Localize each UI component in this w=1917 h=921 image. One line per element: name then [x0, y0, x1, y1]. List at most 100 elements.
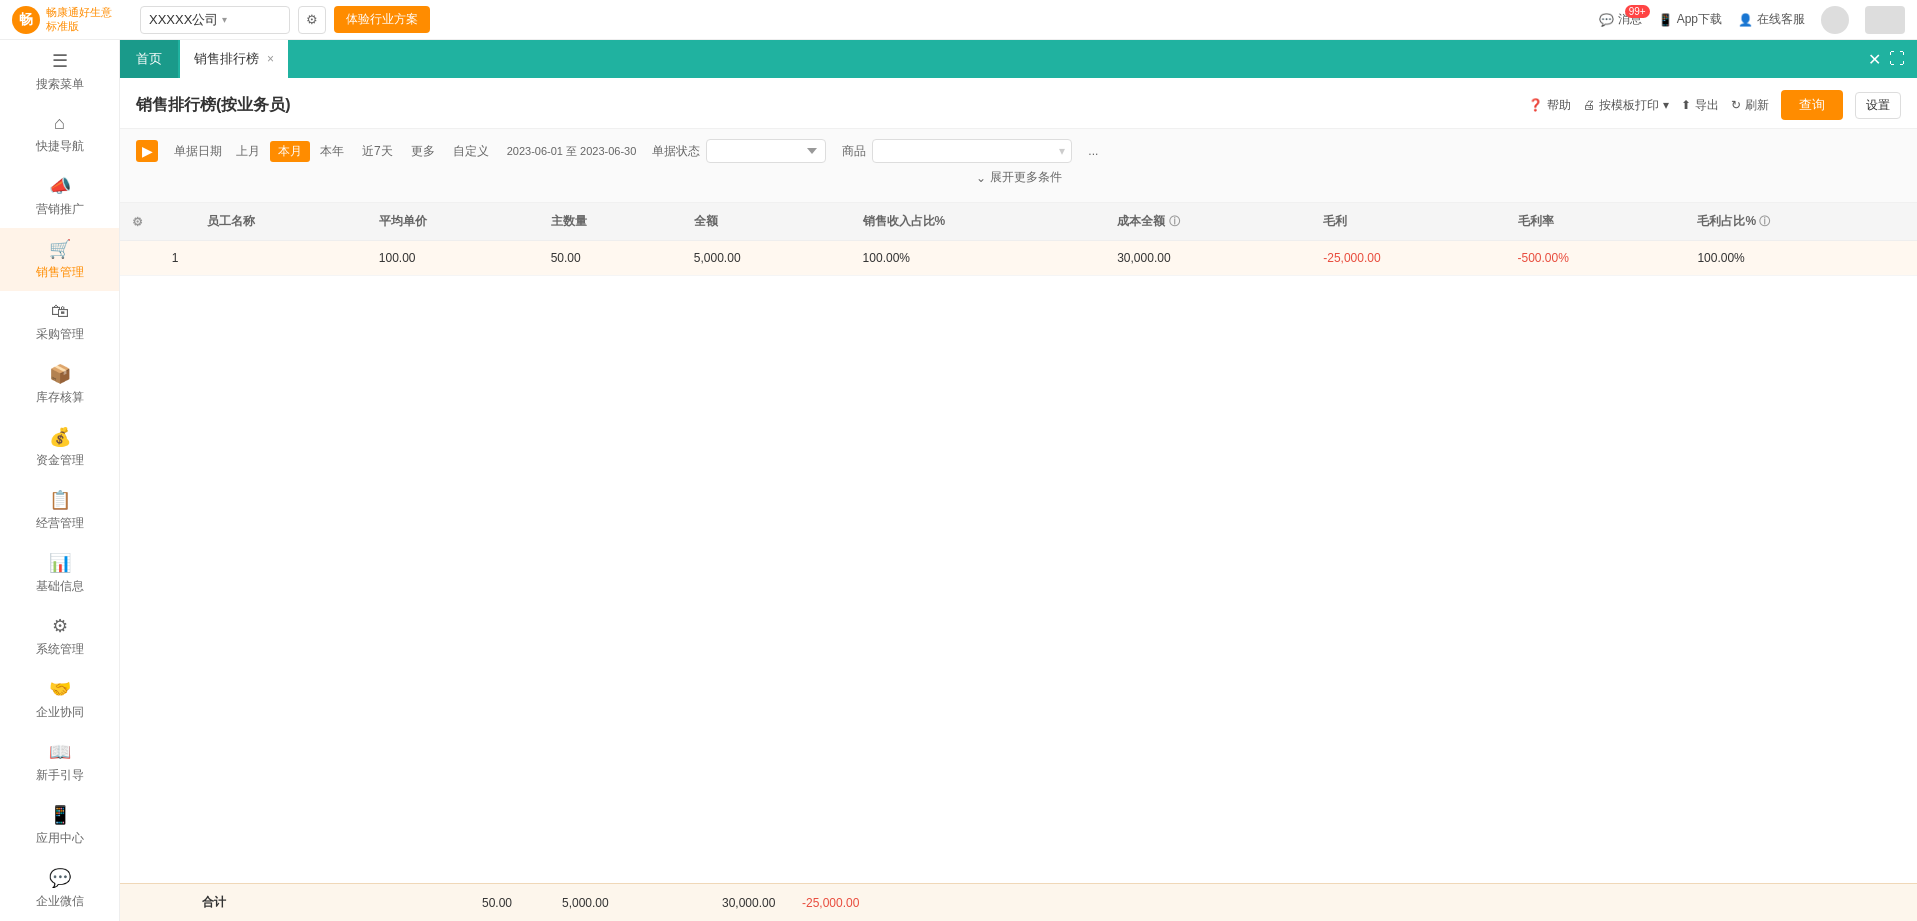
- settings-icon[interactable]: ⚙: [298, 6, 326, 34]
- basics-icon: 📊: [49, 552, 71, 574]
- export-icon: ⬆: [1681, 98, 1691, 112]
- message-icon: 💬: [1599, 13, 1614, 27]
- inventory-icon: 📦: [49, 363, 71, 385]
- status-filter: 单据状态: [652, 139, 826, 163]
- sidebar-item-marketing[interactable]: 📣 营销推广: [0, 165, 119, 228]
- goods-filter-label: 商品: [842, 143, 866, 160]
- gross-pct-info-icon: ⓘ: [1759, 215, 1770, 227]
- trial-button[interactable]: 体验行业方案: [334, 6, 430, 33]
- sidebar-item-enterprise[interactable]: 🤝 企业协同: [0, 668, 119, 731]
- page-title: 销售排行榜(按业务员): [136, 95, 291, 116]
- weixin-icon: 💬: [49, 867, 71, 889]
- tab-close-icon[interactable]: ×: [267, 52, 274, 66]
- date-filter: 单据日期 上月 本月 本年 近7天 更多 自定义 2023-06-01 至 20…: [174, 141, 636, 162]
- refresh-button[interactable]: ↻ 刷新: [1731, 97, 1769, 114]
- date-tab-more[interactable]: 更多: [403, 141, 443, 162]
- sidebar-item-shortcuts[interactable]: ⌂ 快捷导航: [0, 103, 119, 165]
- footer-amount: 5,000.00: [562, 896, 642, 910]
- column-settings-icon[interactable]: ⚙: [132, 215, 143, 229]
- col-quantity: 主数量: [539, 203, 682, 241]
- settings-button[interactable]: 设置: [1855, 92, 1901, 119]
- sidebar: ☰ 搜索菜单 ⌂ 快捷导航 📣 营销推广 🛒 销售管理 🛍 采购管理 📦 库存核…: [0, 40, 120, 921]
- download-icon: 📱: [1658, 13, 1673, 27]
- col-employee-name: 员工名称: [195, 203, 367, 241]
- sidebar-item-weixin[interactable]: 💬 企业微信: [0, 857, 119, 920]
- top-right-area: 💬 消息 99+ 📱 App下载 👤 在线客服: [1599, 6, 1905, 34]
- sidebar-item-operations[interactable]: 📋 经营管理: [0, 479, 119, 542]
- main-layout: ☰ 搜索菜单 ⌂ 快捷导航 📣 营销推广 🛒 销售管理 🛍 采购管理 📦 库存核…: [0, 40, 1917, 921]
- col-gross-rate: 毛利率: [1506, 203, 1686, 241]
- messages-button[interactable]: 💬 消息 99+: [1599, 11, 1642, 28]
- home-icon: ⌂: [54, 113, 65, 134]
- filter-row: ▶ 单据日期 上月 本月 本年 近7天 更多 自定义 2023-06-01 至 …: [136, 139, 1901, 163]
- row-rank-cell: 1: [155, 241, 195, 276]
- tab-sales-ranking[interactable]: 销售排行榜 ×: [180, 40, 288, 78]
- print-button[interactable]: 🖨 按模板打印 ▾: [1583, 97, 1669, 114]
- filter-toggle-icon[interactable]: ▶: [136, 140, 158, 162]
- sales-icon: 🛒: [49, 238, 71, 260]
- col-avg-price: 平均单价: [367, 203, 539, 241]
- row-gross-rate-cell: -500.00%: [1506, 241, 1686, 276]
- col-rank: [155, 203, 195, 241]
- date-tabs: 上月 本月 本年 近7天 更多 自定义: [228, 141, 497, 162]
- sidebar-item-system[interactable]: ⚙ 系统管理: [0, 605, 119, 668]
- sidebar-item-apps[interactable]: 📱 应用中心: [0, 794, 119, 857]
- search-icon: ☰: [52, 50, 68, 72]
- chevron-down-icon: ▾: [222, 14, 227, 25]
- expand-more-button[interactable]: ⌄ 展开更多条件: [136, 163, 1901, 192]
- apps-icon: 📱: [49, 804, 71, 826]
- date-tab-custom[interactable]: 自定义: [445, 141, 497, 162]
- marketing-icon: 📣: [49, 175, 71, 197]
- sidebar-item-basics[interactable]: 📊 基础信息: [0, 542, 119, 605]
- date-tab-this-year[interactable]: 本年: [312, 141, 352, 162]
- date-filter-label: 单据日期: [174, 143, 222, 160]
- tab-bar: 首页 销售排行榜 × ✕ ⛶: [120, 40, 1917, 78]
- page-content: 销售排行榜(按业务员) ❓ 帮助 🖨 按模板打印 ▾ ⬆ 导出: [120, 78, 1917, 921]
- help-button[interactable]: ❓ 帮助: [1528, 97, 1571, 114]
- tab-home[interactable]: 首页: [120, 40, 178, 78]
- more-filters-dots[interactable]: ...: [1088, 144, 1098, 158]
- logo-icon: 畅: [12, 6, 40, 34]
- expand-icon: ⌄: [976, 171, 986, 185]
- col-gross-pct: 毛利占比% ⓘ: [1685, 203, 1917, 241]
- online-service-button[interactable]: 👤 在线客服: [1738, 11, 1805, 28]
- date-tab-last-month[interactable]: 上月: [228, 141, 268, 162]
- sidebar-item-finance[interactable]: 💰 资金管理: [0, 416, 119, 479]
- row-settings-cell: [120, 241, 155, 276]
- date-tab-this-month[interactable]: 本月: [270, 141, 310, 162]
- col-sales-pct: 销售收入占比%: [851, 203, 1106, 241]
- system-icon: ⚙: [52, 615, 68, 637]
- goods-dropdown-icon: ▾: [1059, 144, 1065, 158]
- table-header-row: ⚙ 员工名称 平均单价 主数量: [120, 203, 1917, 241]
- cost-info-icon: ⓘ: [1169, 215, 1180, 227]
- close-window-icon[interactable]: ✕: [1868, 50, 1881, 69]
- print-icon: 🖨: [1583, 98, 1595, 112]
- row-gross-pct-cell: 100.00%: [1685, 241, 1917, 276]
- company-selector[interactable]: XXXXX公司 ▾: [140, 6, 290, 34]
- query-button[interactable]: 查询: [1781, 90, 1843, 120]
- sidebar-item-inventory[interactable]: 📦 库存核算: [0, 353, 119, 416]
- footer-quantity: 50.00: [482, 896, 562, 910]
- avatar[interactable]: [1821, 6, 1849, 34]
- guide-icon: 📖: [49, 741, 71, 763]
- maximize-window-icon[interactable]: ⛶: [1889, 50, 1905, 68]
- footer-cost: 30,000.00: [722, 896, 802, 910]
- footer-gross: -25,000.00: [802, 896, 882, 910]
- enterprise-icon: 🤝: [49, 678, 71, 700]
- sidebar-item-purchase[interactable]: 🛍 采购管理: [0, 291, 119, 353]
- app-download-button[interactable]: 📱 App下载: [1658, 11, 1722, 28]
- export-button[interactable]: ⬆ 导出: [1681, 97, 1719, 114]
- service-icon: 👤: [1738, 13, 1753, 27]
- messages-badge: 99+: [1625, 5, 1650, 18]
- finance-icon: 💰: [49, 426, 71, 448]
- sidebar-item-guide[interactable]: 📖 新手引导: [0, 731, 119, 794]
- print-dropdown-icon: ▾: [1663, 98, 1669, 112]
- sidebar-item-sales[interactable]: 🛒 销售管理: [0, 228, 119, 291]
- date-tab-7days[interactable]: 近7天: [354, 141, 401, 162]
- filter-bar: ▶ 单据日期 上月 本月 本年 近7天 更多 自定义 2023-06-01 至 …: [120, 129, 1917, 203]
- col-settings: ⚙: [120, 203, 155, 241]
- goods-select[interactable]: ▾: [872, 139, 1072, 163]
- status-select[interactable]: [706, 139, 826, 163]
- sidebar-item-search[interactable]: ☰ 搜索菜单: [0, 40, 119, 103]
- data-table: ⚙ 员工名称 平均单价 主数量: [120, 203, 1917, 276]
